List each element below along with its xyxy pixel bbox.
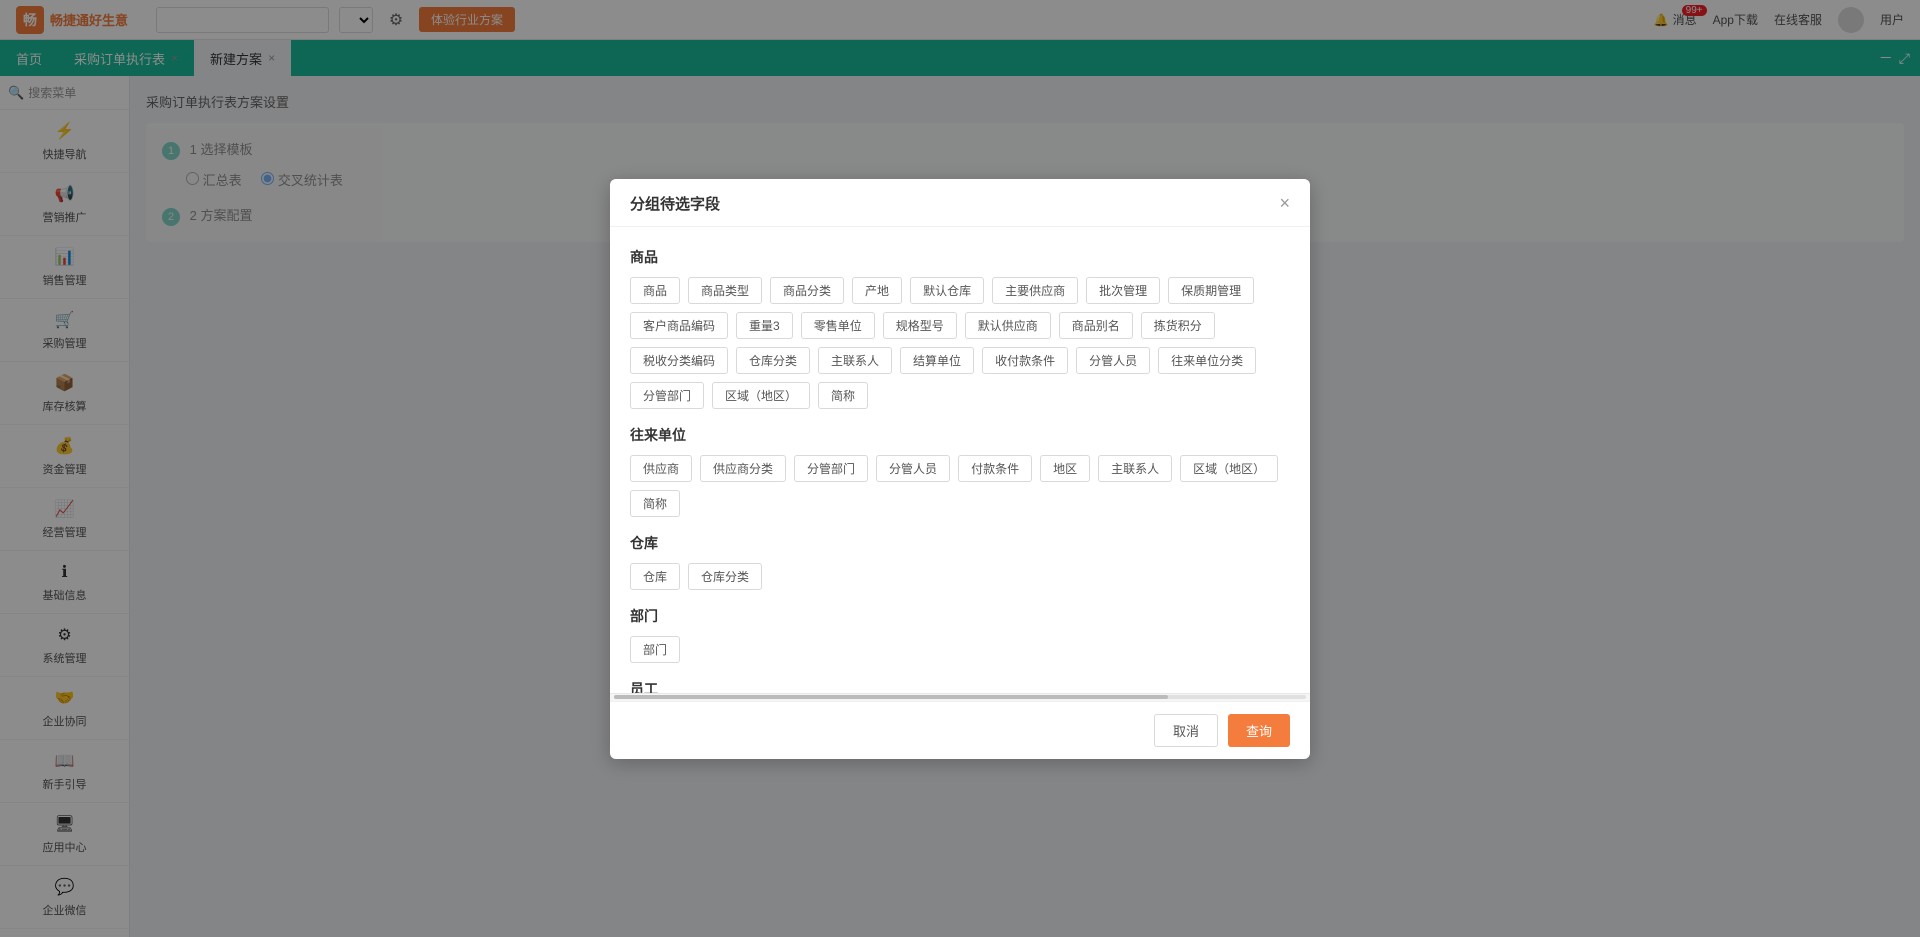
modal-header: 分组待选字段 ×	[610, 179, 1310, 227]
cancel-button[interactable]: 取消	[1154, 714, 1218, 747]
field-tag-partner-2[interactable]: 分管部门	[794, 455, 868, 482]
scrollbar-track	[614, 695, 1306, 699]
field-tag-partner-5[interactable]: 地区	[1040, 455, 1090, 482]
field-tag-goods-7[interactable]: 保质期管理	[1168, 277, 1254, 304]
field-tag-warehouse-1[interactable]: 仓库分类	[688, 563, 762, 590]
field-tag-goods-1[interactable]: 商品类型	[688, 277, 762, 304]
modal-horizontal-scrollbar[interactable]	[610, 693, 1310, 701]
field-tag-goods-0[interactable]: 商品	[630, 277, 680, 304]
field-tags-dept: 部门	[630, 636, 1290, 663]
field-tag-goods-3[interactable]: 产地	[852, 277, 902, 304]
section-title-warehouse: 仓库	[630, 533, 1290, 553]
field-tag-partner-3[interactable]: 分管人员	[876, 455, 950, 482]
field-tag-goods-20[interactable]: 分管人员	[1076, 347, 1150, 374]
field-tag-goods-23[interactable]: 区域（地区）	[712, 382, 810, 409]
field-tag-goods-4[interactable]: 默认仓库	[910, 277, 984, 304]
field-tag-goods-13[interactable]: 商品别名	[1059, 312, 1133, 339]
modal-close-button[interactable]: ×	[1279, 194, 1290, 212]
field-tags-partner: 供应商 供应商分类 分管部门 分管人员 付款条件 地区 主联系人 区域（地区） …	[630, 455, 1290, 517]
confirm-button[interactable]: 查询	[1228, 714, 1290, 747]
field-tag-goods-14[interactable]: 拣货积分	[1141, 312, 1215, 339]
field-select-modal: 分组待选字段 × 商品 商品 商品类型 商品分类 产地 默认仓库 主要供应商 批…	[610, 179, 1310, 759]
field-tag-dept-0[interactable]: 部门	[630, 636, 680, 663]
section-title-dept: 部门	[630, 606, 1290, 626]
field-tag-partner-0[interactable]: 供应商	[630, 455, 692, 482]
field-tag-goods-6[interactable]: 批次管理	[1086, 277, 1160, 304]
field-tag-partner-1[interactable]: 供应商分类	[700, 455, 786, 482]
field-tag-partner-7[interactable]: 区域（地区）	[1180, 455, 1278, 482]
field-tag-goods-12[interactable]: 默认供应商	[965, 312, 1051, 339]
field-tag-goods-10[interactable]: 零售单位	[801, 312, 875, 339]
field-tag-goods-8[interactable]: 客户商品编码	[630, 312, 728, 339]
field-tag-goods-5[interactable]: 主要供应商	[992, 277, 1078, 304]
field-tag-goods-19[interactable]: 收付款条件	[982, 347, 1068, 374]
field-tag-goods-18[interactable]: 结算单位	[900, 347, 974, 374]
section-title-goods: 商品	[630, 247, 1290, 267]
modal-overlay: 分组待选字段 × 商品 商品 商品类型 商品分类 产地 默认仓库 主要供应商 批…	[0, 0, 1920, 937]
field-tag-goods-11[interactable]: 规格型号	[883, 312, 957, 339]
scrollbar-thumb	[614, 695, 1168, 699]
field-tags-warehouse: 仓库 仓库分类	[630, 563, 1290, 590]
modal-footer: 取消 查询	[610, 701, 1310, 759]
section-title-employee: 员工	[630, 679, 1290, 693]
field-tag-goods-21[interactable]: 往来单位分类	[1158, 347, 1256, 374]
modal-body: 商品 商品 商品类型 商品分类 产地 默认仓库 主要供应商 批次管理 保质期管理…	[610, 227, 1310, 693]
field-tag-goods-2[interactable]: 商品分类	[770, 277, 844, 304]
field-tag-warehouse-0[interactable]: 仓库	[630, 563, 680, 590]
field-tag-partner-8[interactable]: 简称	[630, 490, 680, 517]
field-tag-goods-22[interactable]: 分管部门	[630, 382, 704, 409]
field-tag-partner-6[interactable]: 主联系人	[1098, 455, 1172, 482]
modal-title: 分组待选字段	[630, 193, 720, 214]
field-tag-goods-9[interactable]: 重量3	[736, 312, 793, 339]
field-tag-goods-24[interactable]: 简称	[818, 382, 868, 409]
field-tag-goods-16[interactable]: 仓库分类	[736, 347, 810, 374]
section-title-partner: 往来单位	[630, 425, 1290, 445]
field-tag-partner-4[interactable]: 付款条件	[958, 455, 1032, 482]
field-tags-goods: 商品 商品类型 商品分类 产地 默认仓库 主要供应商 批次管理 保质期管理 客户…	[630, 277, 1290, 409]
field-tag-goods-17[interactable]: 主联系人	[818, 347, 892, 374]
field-tag-goods-15[interactable]: 税收分类编码	[630, 347, 728, 374]
